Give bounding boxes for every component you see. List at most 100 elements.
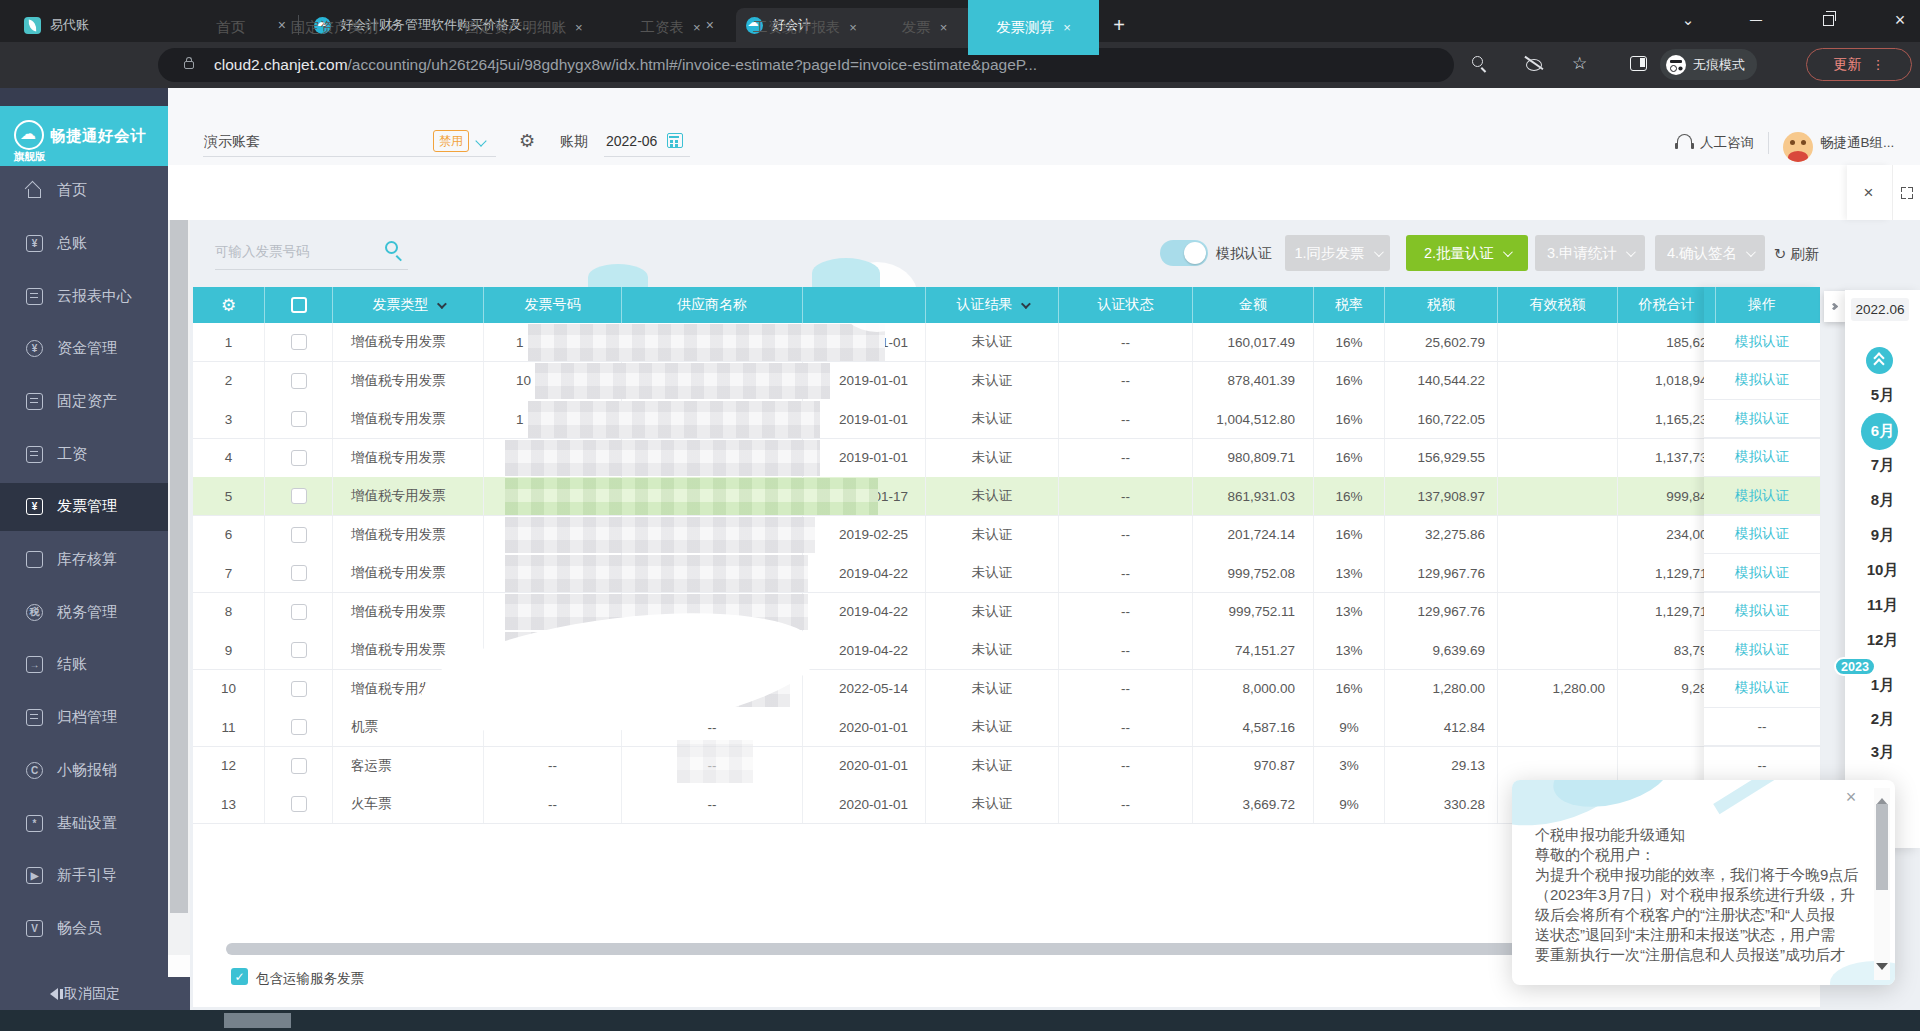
table-row[interactable]: 4增值税专用发票2019-01-01未认证--980,809.7116%156,…: [193, 439, 1820, 478]
simulate-certify-link[interactable]: 模拟认证: [1735, 371, 1789, 389]
tab-close-icon[interactable]: ×: [1063, 20, 1071, 35]
sidebar-item-10[interactable]: →结账: [0, 641, 168, 689]
calendar-month[interactable]: 11月: [1845, 590, 1920, 620]
support-link[interactable]: 人工咨询: [1700, 134, 1754, 152]
simulate-certify-link[interactable]: 模拟认证: [1735, 641, 1789, 659]
filter-chevron-icon[interactable]: [436, 299, 446, 309]
row-checkbox[interactable]: [291, 604, 307, 620]
app-tab[interactable]: 首页: [193, 0, 268, 55]
menu-dots-icon[interactable]: ⋮: [1872, 57, 1885, 72]
sidebar-item-14[interactable]: ▶新手引导: [0, 852, 168, 900]
simulate-certify-link[interactable]: 模拟认证: [1735, 448, 1789, 466]
sidebar-item-11[interactable]: 归档管理: [0, 694, 168, 742]
row-checkbox[interactable]: [291, 565, 307, 581]
simulate-certify-link[interactable]: 模拟认证: [1735, 564, 1789, 582]
update-button[interactable]: 更新⋮: [1806, 48, 1912, 81]
sidebar-item-12[interactable]: C小畅报销: [0, 746, 168, 794]
sidebar-item-6[interactable]: 工资: [0, 430, 168, 478]
calendar-month[interactable]: 6月: [1845, 416, 1920, 446]
app-tab[interactable]: 固定资产明细账×: [436, 0, 611, 55]
calendar-month[interactable]: 2月: [1845, 704, 1920, 734]
table-row[interactable]: 5增值税专用发票2019-01-17未认证--861,931.0316%137,…: [193, 477, 1820, 516]
refresh-button[interactable]: ↻ 刷新: [1774, 245, 1819, 264]
row-checkbox[interactable]: [291, 527, 307, 543]
minimize-button[interactable]: —: [1733, 0, 1779, 40]
filter-chevron-icon[interactable]: [1020, 299, 1030, 309]
transport-invoice-checkbox[interactable]: ✓: [231, 968, 248, 985]
toolbar-button-1[interactable]: 1.同步发票: [1285, 235, 1390, 271]
settings-gear-icon[interactable]: ⚙: [519, 130, 535, 152]
nav-scrollbar[interactable]: [168, 165, 190, 977]
notification-scroll-thumb[interactable]: [1876, 804, 1888, 890]
calendar-month[interactable]: 12月: [1845, 625, 1920, 655]
row-checkbox[interactable]: [291, 450, 307, 466]
row-checkbox[interactable]: [291, 642, 307, 658]
table-row[interactable]: 1增值税专用发票12019-01-01未认证--160,017.4916%25,…: [193, 323, 1820, 362]
page-hscrollbar[interactable]: [0, 1010, 1920, 1031]
calendar-icon[interactable]: [667, 133, 683, 148]
sidebar-item-2[interactable]: ¥总账: [0, 219, 168, 267]
sidebar-item-8[interactable]: 库存核算: [0, 536, 168, 584]
row-checkbox[interactable]: [291, 758, 307, 774]
table-row[interactable]: 9增值税专用发票2019-04-22未认证--74,151.2713%9,639…: [193, 631, 1820, 670]
sidebar-unpin[interactable]: 取消固定: [0, 977, 190, 1010]
app-tab[interactable]: 固定资产类别×: [275, 0, 410, 55]
sidebar-item-4[interactable]: ¥资金管理: [0, 325, 168, 373]
table-settings-gear-icon[interactable]: ⚙: [221, 295, 236, 316]
row-checkbox[interactable]: [291, 488, 307, 504]
new-tab-button[interactable]: +: [1104, 8, 1134, 42]
tab-close-icon[interactable]: ×: [849, 20, 857, 35]
simulate-certify-link[interactable]: 模拟认证: [1735, 602, 1789, 620]
restore-button[interactable]: [1805, 0, 1851, 40]
tab-close-icon[interactable]: ×: [693, 20, 701, 35]
tab-invoice-estimate[interactable]: 发票测算×: [968, 0, 1099, 55]
notification-scrollbar[interactable]: [1874, 788, 1890, 980]
bookmark-star-icon[interactable]: ☆: [1572, 53, 1587, 74]
sidebar-item-3[interactable]: 云报表中心: [0, 272, 168, 320]
simulate-certify-link[interactable]: 模拟认证: [1735, 679, 1789, 697]
table-row[interactable]: 6增值税专用发票2019-02-25未认证--201,724.1416%32,2…: [193, 516, 1820, 555]
calendar-scroll-up-button[interactable]: [1866, 347, 1893, 374]
simulate-certify-link[interactable]: 模拟认证: [1735, 410, 1789, 428]
avatar[interactable]: [1783, 132, 1813, 162]
tab-close-icon[interactable]: ×: [387, 20, 395, 35]
fullscreen-button[interactable]: [1892, 165, 1920, 220]
side-panel-icon[interactable]: [1630, 56, 1647, 71]
calendar-month[interactable]: 3月: [1845, 737, 1920, 767]
tab-close-icon[interactable]: ×: [575, 20, 583, 35]
period-value[interactable]: 2022-06: [606, 133, 657, 149]
sidebar-item-7[interactable]: ¥发票管理: [0, 483, 168, 531]
tab-search-chevron[interactable]: ⌄: [1665, 0, 1711, 40]
sidebar-item-9[interactable]: 税税务管理: [0, 588, 168, 636]
app-tab[interactable]: 发票×: [887, 0, 962, 55]
toolbar-button-3[interactable]: 3.申请统计: [1535, 235, 1645, 271]
calendar-month[interactable]: 7月: [1845, 450, 1920, 480]
simulate-certify-link[interactable]: 模拟认证: [1735, 525, 1789, 543]
simulate-toggle[interactable]: [1160, 240, 1208, 266]
close-all-tabs-button[interactable]: ×: [1847, 165, 1890, 220]
sidebar-item-13[interactable]: *基础设置: [0, 799, 168, 847]
notification-close-icon[interactable]: ×: [1840, 786, 1862, 808]
calendar-month[interactable]: 10月: [1845, 555, 1920, 585]
calendar-month[interactable]: 9月: [1845, 520, 1920, 550]
row-checkbox[interactable]: [291, 373, 307, 389]
app-tab[interactable]: 工资统计报表×: [729, 0, 881, 55]
sidebar-item-15[interactable]: V畅会员: [0, 904, 168, 952]
account-name[interactable]: 演示账套: [204, 133, 260, 151]
sidebar-item-1[interactable]: 首页: [0, 167, 168, 215]
row-checkbox[interactable]: [291, 411, 307, 427]
calendar-month[interactable]: 8月: [1845, 485, 1920, 515]
row-checkbox[interactable]: [291, 719, 307, 735]
page-hscroll-thumb[interactable]: [224, 1013, 291, 1028]
tab-close-icon[interactable]: ×: [940, 20, 948, 35]
search-icon[interactable]: [1472, 56, 1483, 67]
notification-scroll-down[interactable]: [1876, 963, 1888, 976]
table-row[interactable]: 3增值税专用发票12019-01-01未认证--1,004,512.8016%1…: [193, 400, 1820, 439]
toolbar-button-4[interactable]: 4.确认签名: [1655, 235, 1765, 271]
simulate-certify-link[interactable]: 模拟认证: [1735, 333, 1789, 351]
app-tab[interactable]: 工资表×: [618, 0, 723, 55]
scroll-thumb[interactable]: [170, 193, 188, 913]
eye-off-icon[interactable]: [1524, 57, 1544, 71]
row-checkbox[interactable]: [291, 681, 307, 697]
close-button[interactable]: ×: [1877, 0, 1920, 40]
